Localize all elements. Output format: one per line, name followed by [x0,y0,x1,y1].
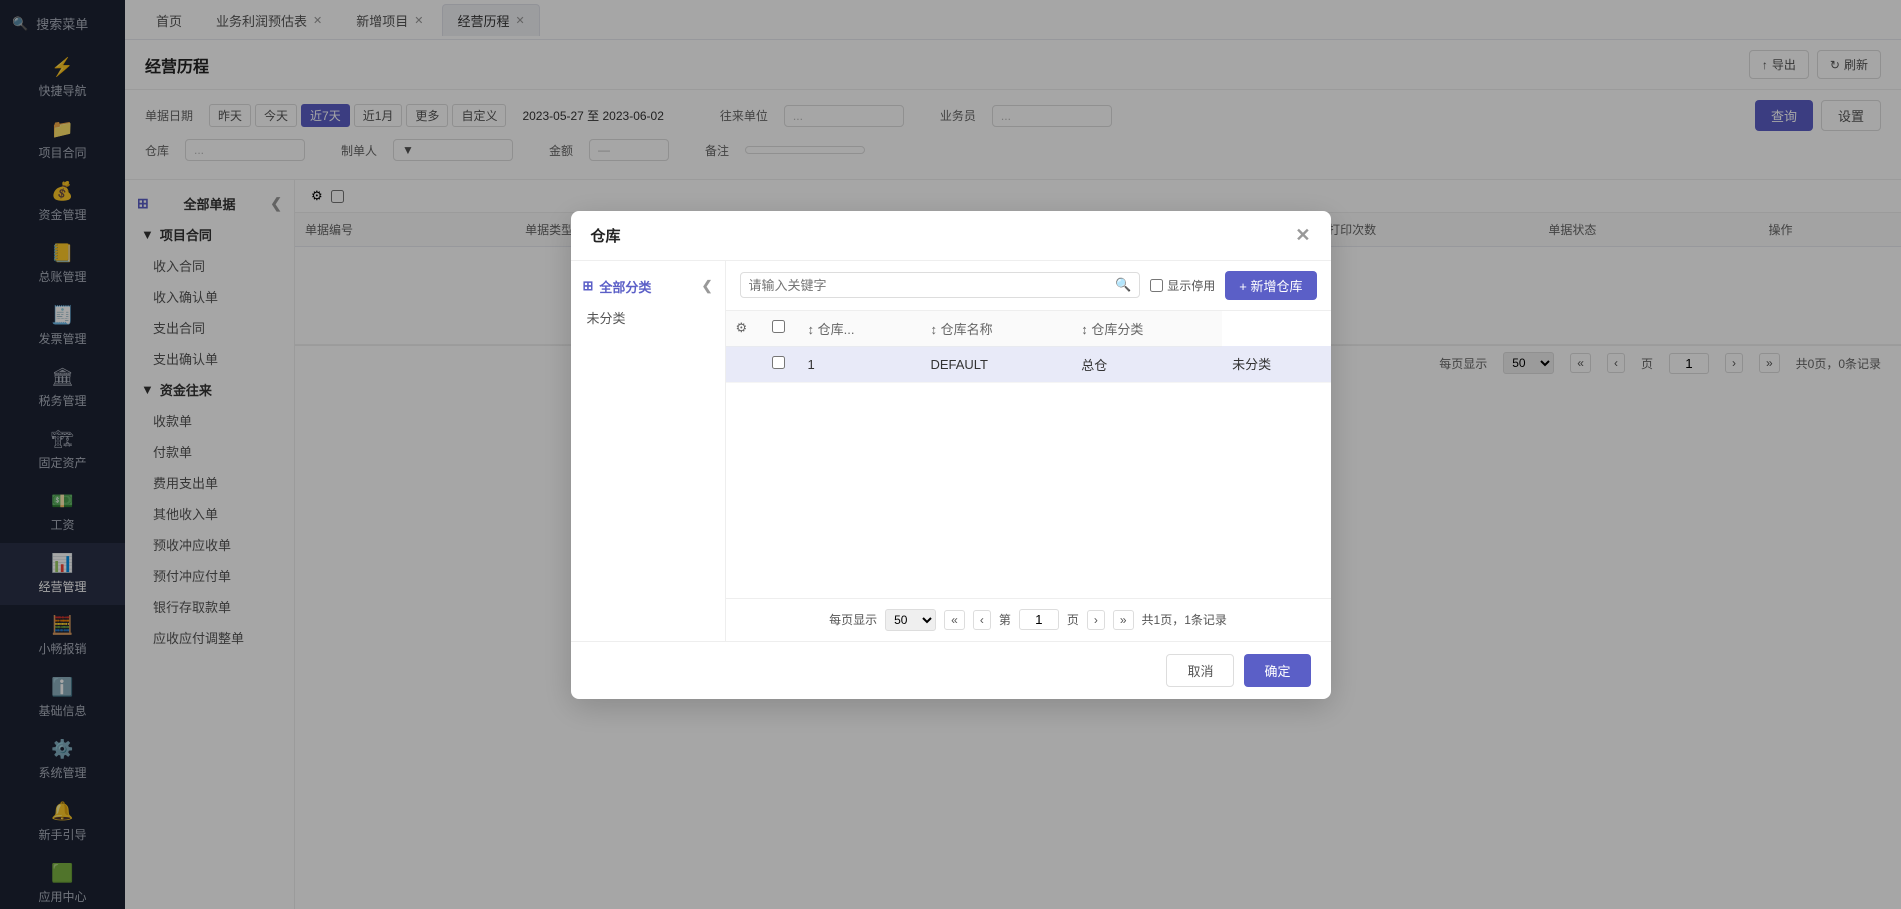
modal-search-wrap: 🔍 [740,272,1141,298]
modal-search-input[interactable] [749,278,1110,293]
row-select-checkbox[interactable] [772,356,785,369]
modal-toolbar: 🔍 显示停用 + 新增仓库 [726,261,1331,311]
modal-select-all[interactable] [772,320,785,333]
modal-page-label: 第 [999,611,1011,628]
grid-icon: ⊞ [583,278,594,294]
warehouse-modal: 仓库 ✕ ⊞ 全部分类 ❮ 未分类 🔍 显示停用 [571,211,1331,699]
search-icon: 🔍 [1115,277,1131,293]
cancel-button[interactable]: 取消 [1166,654,1234,687]
modal-close-button[interactable]: ✕ [1295,225,1310,246]
row-checkbox [762,346,798,382]
show-disabled-label: 显示停用 [1167,277,1215,294]
row-category: 未分类 [1222,346,1330,382]
modal-all-categories[interactable]: ⊞ 全部分类 ❮ [571,271,725,302]
modal-col-name: ↕ 仓库名称 [920,311,1071,347]
confirm-button[interactable]: 确定 [1244,654,1310,687]
modal-footer: 取消 确定 [571,641,1331,699]
modal-category-uncategorized[interactable]: 未分类 [571,302,725,333]
modal-last-page[interactable]: » [1113,610,1134,630]
collapse-left-icon[interactable]: ❮ [702,278,713,294]
show-disabled-checkbox[interactable] [1150,279,1163,292]
row-name: 总仓 [1071,346,1222,382]
modal-pagination: 每页显示 50 100 « ‹ 第 页 › » 共1页，1条记录 [726,598,1331,641]
table-row[interactable]: 1 DEFAULT 总仓 未分类 [726,346,1331,382]
row-code: DEFAULT [920,346,1071,382]
modal-page-input[interactable] [1019,609,1059,630]
row-num: 1 [798,346,921,382]
modal-total-info: 共1页，1条记录 [1142,611,1227,628]
modal-body: ⊞ 全部分类 ❮ 未分类 🔍 显示停用 + 新增仓库 [571,261,1331,641]
modal-per-page-select[interactable]: 50 100 [885,609,936,631]
modal-first-page[interactable]: « [944,610,965,630]
modal-table-panel: 🔍 显示停用 + 新增仓库 ⚙ ↕ 仓库 [726,261,1331,641]
modal-col-settings: ⚙ [726,311,762,347]
show-disabled-wrap: 显示停用 [1150,277,1215,294]
modal-header: 仓库 ✕ [571,211,1331,261]
modal-col-category: ↕ 仓库分类 [1071,311,1222,347]
row-settings [726,346,762,382]
modal-next-page[interactable]: › [1087,610,1105,630]
modal-table-wrap: ⚙ ↕ 仓库... ↕ 仓库名称 ↕ 仓库分类 [726,311,1331,598]
modal-warehouse-table: ⚙ ↕ 仓库... ↕ 仓库名称 ↕ 仓库分类 [726,311,1331,383]
modal-col-checkbox [762,311,798,347]
modal-col-code: ↕ 仓库... [798,311,921,347]
modal-category-panel: ⊞ 全部分类 ❮ 未分类 [571,261,726,641]
modal-title: 仓库 [591,225,621,246]
modal-per-page-label: 每页显示 [829,611,877,628]
modal-page-suffix: 页 [1067,611,1079,628]
all-categories-label: 全部分类 [599,277,651,296]
modal-prev-page[interactable]: ‹ [973,610,991,630]
add-warehouse-button[interactable]: + 新增仓库 [1225,271,1316,300]
